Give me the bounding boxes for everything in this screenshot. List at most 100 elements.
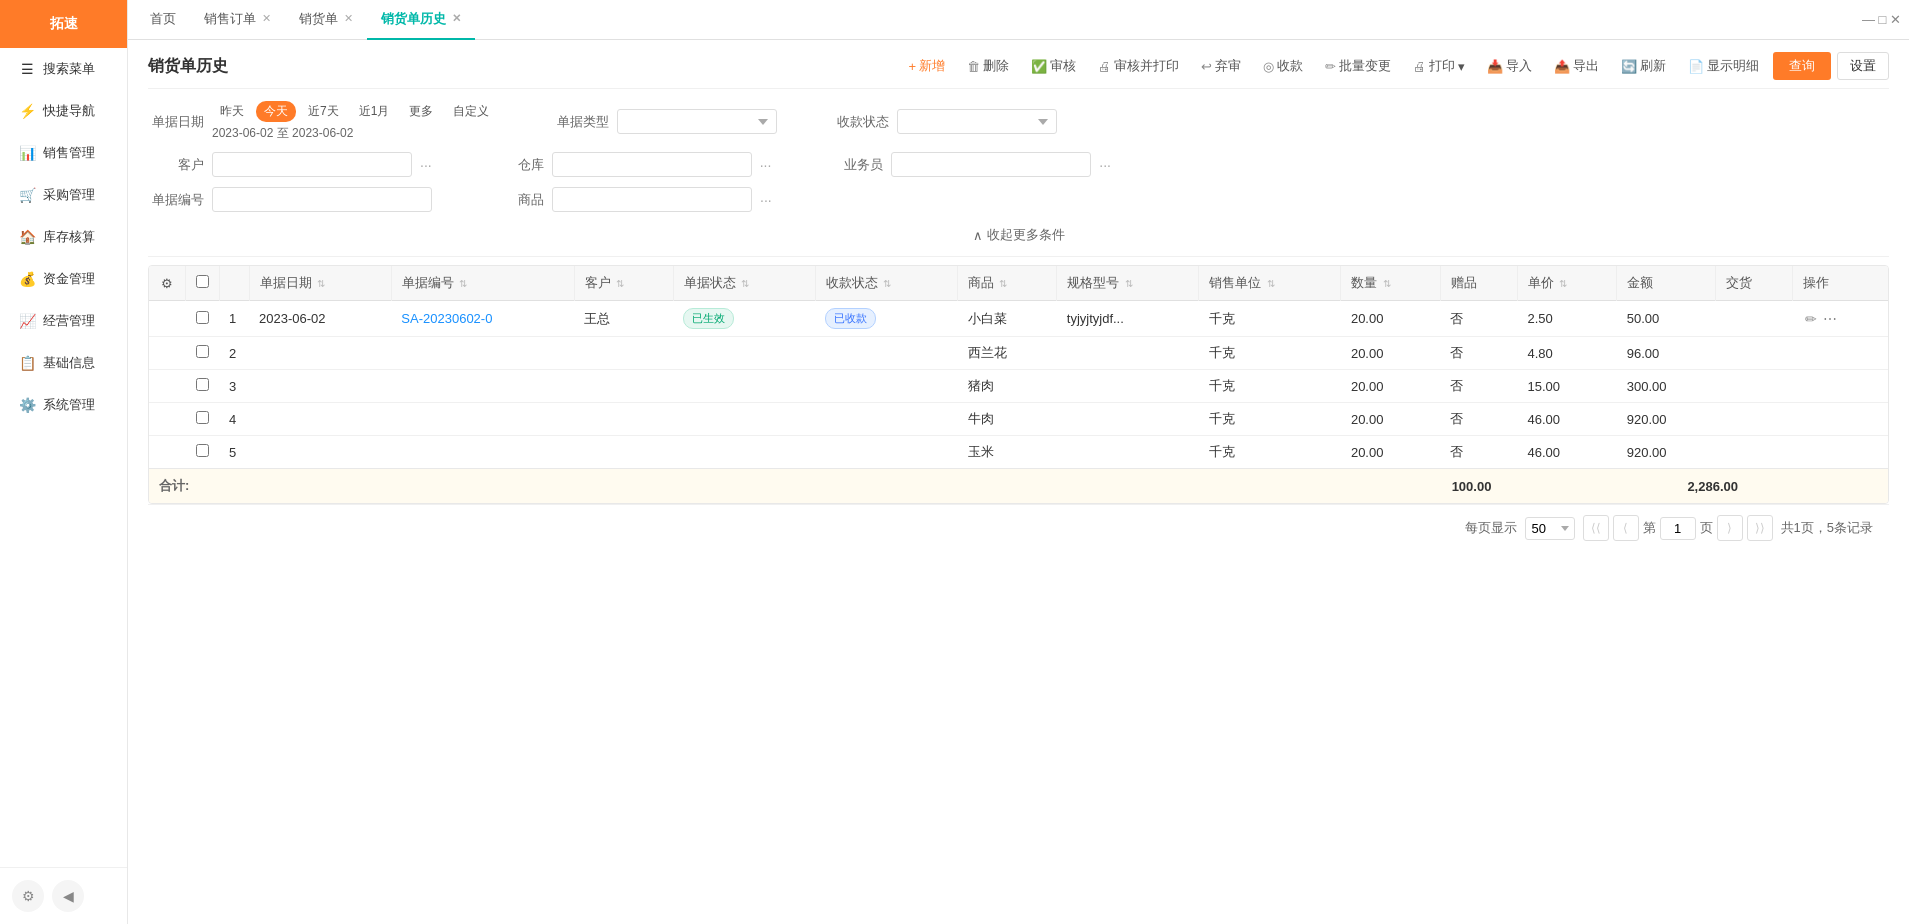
sidebar-item-ops-mgmt[interactable]: 📈 经营管理	[0, 300, 127, 342]
payment-status-badge: 已收款	[825, 308, 876, 329]
per-page-select[interactable]: 50 100 200	[1525, 517, 1575, 540]
last-page-btn[interactable]: ⟩⟩	[1747, 515, 1773, 541]
tab-sales-history[interactable]: 销货单历史 ✕	[367, 0, 475, 40]
sidebar-item-basic-info[interactable]: 📋 基础信息	[0, 342, 127, 384]
export-button[interactable]: 📤 导出	[1546, 53, 1607, 79]
sidebar-item-label: 经营管理	[43, 312, 95, 330]
warehouse-input[interactable]	[552, 152, 752, 177]
next-page-btn[interactable]: ⟩	[1717, 515, 1743, 541]
row-checkbox-0[interactable]	[196, 311, 209, 324]
col-spec[interactable]: 规格型号 ⇅	[1057, 266, 1199, 301]
col-doc-no[interactable]: 单据编号 ⇅	[391, 266, 574, 301]
col-checkbox[interactable]	[185, 266, 219, 301]
doc-no-link[interactable]: SA-20230602-0	[401, 311, 492, 326]
tab-sales-goods[interactable]: 销货单 ✕	[285, 0, 367, 40]
row-checkbox-4[interactable]	[196, 444, 209, 457]
export-icon: 📤	[1554, 59, 1570, 74]
print-button[interactable]: 🖨 打印 ▾	[1405, 53, 1473, 79]
cell-spec	[1057, 436, 1199, 469]
cell-checkbox[interactable]	[185, 337, 219, 370]
tab-home[interactable]: 首页	[136, 0, 190, 40]
tab-sales-order[interactable]: 销售订单 ✕	[190, 0, 285, 40]
col-payment-status[interactable]: 收款状态 ⇅	[815, 266, 957, 301]
business-dots[interactable]: ···	[1099, 157, 1111, 173]
select-all-checkbox[interactable]	[196, 275, 209, 288]
date-tab-yesterday[interactable]: 昨天	[212, 101, 252, 122]
business-input[interactable]	[891, 152, 1091, 177]
edit-op-icon[interactable]: ✏	[1805, 311, 1817, 327]
doc-type-select[interactable]	[617, 109, 777, 134]
row-checkbox-2[interactable]	[196, 378, 209, 391]
cell-gift: 否	[1440, 436, 1517, 469]
date-tab-today[interactable]: 今天	[256, 101, 296, 122]
cell-checkbox[interactable]	[185, 403, 219, 436]
date-tab-more[interactable]: 更多	[401, 101, 441, 122]
cell-payment-status	[815, 337, 957, 370]
date-tab-7days[interactable]: 近7天	[300, 101, 347, 122]
tabs-bar: 首页 销售订单 ✕ 销货单 ✕ 销货单历史 ✕ — □ ✕	[128, 0, 1909, 40]
show-detail-button[interactable]: 📄 显示明细	[1680, 53, 1767, 79]
col-settings[interactable]: ⚙	[149, 266, 185, 301]
discard-button[interactable]: ↩ 弃审	[1193, 53, 1249, 79]
row-checkbox-1[interactable]	[196, 345, 209, 358]
col-unit-price[interactable]: 单价 ⇅	[1518, 266, 1617, 301]
goods-dots[interactable]: ···	[760, 192, 772, 208]
collapse-label: 收起更多条件	[987, 226, 1065, 244]
customer-dots[interactable]: ···	[420, 157, 432, 173]
tabs-bar-end: — □ ✕	[1862, 12, 1901, 27]
date-tab-1month[interactable]: 近1月	[351, 101, 398, 122]
sidebar-collapse-btn[interactable]: ◀	[52, 880, 84, 912]
tab-sales-order-close[interactable]: ✕	[262, 12, 271, 25]
col-customer[interactable]: 客户 ⇅	[574, 266, 673, 301]
col-doc-date[interactable]: 单据日期 ⇅	[249, 266, 391, 301]
cell-checkbox[interactable]	[185, 370, 219, 403]
cell-operations	[1792, 436, 1888, 469]
collapse-button[interactable]: ∧ 收起更多条件	[969, 222, 1069, 248]
refresh-button[interactable]: 🔄 刷新	[1613, 53, 1674, 79]
sort-doc-no-icon: ⇅	[459, 278, 467, 289]
col-qty[interactable]: 数量 ⇅	[1341, 266, 1440, 301]
sidebar-item-inventory[interactable]: 🏠 库存核算	[0, 216, 127, 258]
date-tab-custom[interactable]: 自定义	[445, 101, 497, 122]
sidebar-settings-btn[interactable]: ⚙	[12, 880, 44, 912]
first-page-btn[interactable]: ⟨⟨	[1583, 515, 1609, 541]
tab-sales-history-close[interactable]: ✕	[452, 12, 461, 25]
cell-checkbox[interactable]	[185, 436, 219, 469]
sidebar-item-fund-mgmt[interactable]: 💰 资金管理	[0, 258, 127, 300]
sidebar-item-purchase-mgmt[interactable]: 🛒 采购管理	[0, 174, 127, 216]
cell-amount: 96.00	[1617, 337, 1715, 370]
customer-input[interactable]	[212, 152, 412, 177]
delete-button[interactable]: 🗑 删除	[959, 53, 1017, 79]
tab-sales-goods-close[interactable]: ✕	[344, 12, 353, 25]
row-checkbox-3[interactable]	[196, 411, 209, 424]
sidebar-item-sys-mgmt[interactable]: ⚙️ 系统管理	[0, 384, 127, 426]
audit-button[interactable]: ✅ 审核	[1023, 53, 1084, 79]
cell-trade	[1715, 370, 1792, 403]
new-button[interactable]: + 新增	[900, 53, 953, 79]
doc-no-input[interactable]	[212, 187, 432, 212]
sidebar-item-sales-mgmt[interactable]: 📊 销售管理	[0, 132, 127, 174]
batch-change-button[interactable]: ✏ 批量变更	[1317, 53, 1399, 79]
payment-status-select[interactable]	[897, 109, 1057, 134]
sidebar-item-search-menu[interactable]: ☰ 搜索菜单	[0, 48, 127, 90]
setting-button[interactable]: 设置	[1837, 52, 1889, 80]
query-button[interactable]: 查询	[1773, 52, 1831, 80]
page-input[interactable]	[1660, 517, 1696, 540]
audit-print-button[interactable]: 🖨 审核并打印	[1090, 53, 1187, 79]
sidebar-item-quick-nav[interactable]: ⚡ 快捷导航	[0, 90, 127, 132]
import-button[interactable]: 📥 导入	[1479, 53, 1540, 79]
collect-button[interactable]: ◎ 收款	[1255, 53, 1311, 79]
cell-checkbox[interactable]	[185, 301, 219, 337]
prev-page-btn[interactable]: ⟨	[1613, 515, 1639, 541]
col-spec-label: 规格型号	[1067, 275, 1119, 290]
more-op-icon[interactable]: ⋯	[1823, 311, 1837, 327]
col-unit[interactable]: 销售单位 ⇅	[1199, 266, 1341, 301]
col-gift[interactable]: 赠品	[1440, 266, 1517, 301]
col-doc-status[interactable]: 单据状态 ⇅	[673, 266, 815, 301]
warehouse-dots[interactable]: ···	[760, 157, 772, 173]
col-goods[interactable]: 商品 ⇅	[958, 266, 1057, 301]
col-amount[interactable]: 金额	[1617, 266, 1715, 301]
goods-input[interactable]	[552, 187, 752, 212]
col-trade[interactable]: 交货	[1715, 266, 1792, 301]
cell-operations	[1792, 403, 1888, 436]
